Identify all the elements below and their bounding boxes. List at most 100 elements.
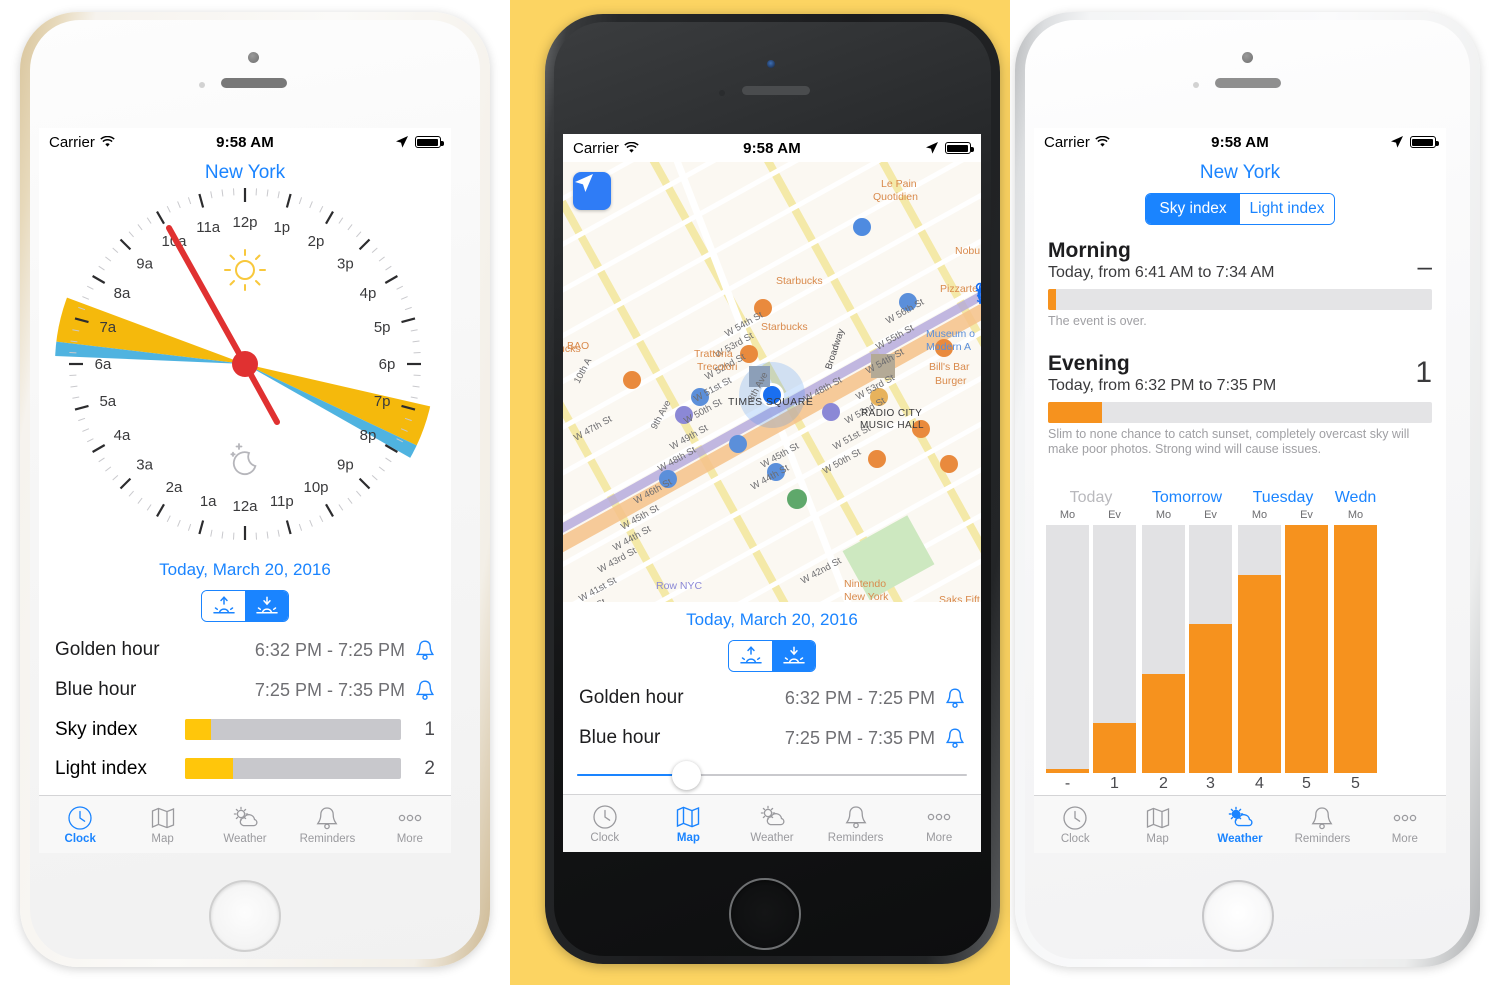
- earpiece-speaker: [221, 78, 287, 88]
- home-button[interactable]: [729, 878, 801, 950]
- forecast-bar-column[interactable]: Ev 1: [1093, 509, 1136, 795]
- tab-clock[interactable]: Clock: [563, 795, 647, 852]
- segment-sky-index[interactable]: Sky index: [1146, 194, 1240, 224]
- slider-track: [577, 773, 967, 777]
- forecast-slot-columns: Mo - Ev 1: [1046, 509, 1136, 795]
- bell-icon[interactable]: [945, 727, 965, 749]
- tab-more[interactable]: More: [369, 796, 451, 853]
- sun-clock-dial[interactable]: 12a1a2a3a4a5a6a7a8a9a10a11a12p1p2p3p4p5p…: [39, 186, 451, 554]
- locate-me-button[interactable]: [573, 172, 611, 210]
- info-rows: Golden hour 6:32 PM - 7:25 PM Blue hour …: [563, 672, 981, 758]
- tab-reminders[interactable]: Reminders: [814, 795, 898, 852]
- map-icon: [151, 807, 174, 828]
- event-morning: Morning Today, from 6:41 AM to 7:34 AM –…: [1034, 239, 1446, 330]
- blue-hour-value: 7:25 PM - 7:35 PM: [784, 727, 935, 748]
- ambient-sensor-icon: [1193, 82, 1199, 88]
- segment-light-index[interactable]: Light index: [1240, 194, 1334, 224]
- tab-reminders-label: Reminders: [1294, 832, 1351, 845]
- segment-sunset[interactable]: [772, 641, 815, 671]
- svg-text:Row NYC: Row NYC: [656, 580, 703, 592]
- tab-more[interactable]: More: [897, 795, 981, 852]
- forecast-bar-value: 5: [1351, 775, 1360, 792]
- clock-icon: [593, 804, 617, 829]
- event-morning-bar: [1048, 289, 1432, 310]
- tab-bar[interactable]: Clock Map Weather Reminders More: [563, 794, 981, 852]
- blue-hour-label: Blue hour: [579, 727, 661, 748]
- forecast-bar-column[interactable]: Ev 5: [1285, 509, 1328, 795]
- tab-clock[interactable]: Clock: [1034, 796, 1116, 853]
- slider-knob[interactable]: [671, 760, 701, 790]
- forecast-day-group[interactable]: Tomorrow Mo 2 Ev 3: [1142, 489, 1232, 795]
- tab-map[interactable]: Map: [647, 795, 731, 852]
- tab-map[interactable]: Map: [1116, 796, 1198, 853]
- forecast-bar-fill: [1334, 525, 1377, 773]
- forecast-day-label: Tomorrow: [1151, 489, 1223, 506]
- carrier-label: Carrier: [49, 133, 95, 151]
- tab-reminders[interactable]: Reminders: [1281, 796, 1363, 853]
- segment-sunrise[interactable]: [202, 591, 245, 621]
- svg-text:10p: 10p: [303, 479, 328, 496]
- front-camera-icon: [248, 52, 259, 63]
- golden-hour-label: Golden hour: [579, 687, 684, 708]
- wifi-icon: [100, 136, 115, 147]
- tab-reminders[interactable]: Reminders: [286, 796, 368, 853]
- forecast-chart[interactable]: Today Mo - Ev 1 Tomorrow Mo 2 Ev 3 Tuesday Mo 4 Ev 5 We…: [1034, 458, 1446, 795]
- svg-text:Modern A: Modern A: [926, 341, 971, 353]
- forecast-day-group[interactable]: Tuesday Mo 4 Ev 5: [1238, 489, 1328, 795]
- ellipsis-icon: [398, 814, 422, 821]
- light-index-fill: [185, 758, 233, 779]
- sunrise-sunset-segmented-control[interactable]: [201, 590, 289, 622]
- tab-weather-label: Weather: [1217, 832, 1263, 845]
- tab-weather[interactable]: Weather: [730, 795, 814, 852]
- forecast-slot-columns: Mo 4 Ev 5: [1238, 509, 1328, 795]
- status-bar-time: 9:58 AM: [743, 139, 801, 157]
- iphone-device-white: Carrier 9:58 AM New York 12a 1a 2a 3a 4a…: [20, 12, 490, 967]
- row-golden-hour[interactable]: Golden hour 6:32 PM - 7:25 PM: [579, 678, 965, 718]
- row-blue-hour[interactable]: Blue hour 7:25 PM - 7:35 PM: [55, 670, 435, 710]
- index-type-segmented-control[interactable]: Sky index Light index: [1145, 193, 1335, 225]
- forecast-bar-column[interactable]: Ev 3: [1189, 509, 1232, 795]
- layers-icon[interactable]: [975, 282, 981, 308]
- svg-text:1p: 1p: [273, 219, 290, 236]
- sunset-icon: [782, 646, 805, 664]
- svg-text:4a: 4a: [114, 427, 131, 444]
- phone-panel-map: Carrier 9:58 AM 10th A 9th Ave 8th Ave B…: [510, 0, 1010, 985]
- svg-text:2p: 2p: [308, 233, 325, 250]
- forecast-day-group[interactable]: Today Mo - Ev 1: [1046, 489, 1136, 795]
- forecast-bar-column[interactable]: Mo 4: [1238, 509, 1281, 795]
- svg-text:1a: 1a: [200, 493, 217, 510]
- time-slider[interactable]: [563, 758, 981, 792]
- map-detail-panel: Today, March 20, 2016 Golden hour 6:32 P…: [563, 602, 981, 794]
- tab-more[interactable]: More: [1364, 796, 1446, 853]
- map-view[interactable]: 10th A 9th Ave 8th Ave 8th Ave Broadway …: [563, 162, 981, 602]
- forecast-day-group[interactable]: Wedn Mo 5: [1334, 489, 1377, 795]
- navigation-arrow-icon: [575, 174, 593, 192]
- light-index-value: 2: [424, 757, 435, 779]
- svg-text:6p: 6p: [379, 356, 396, 373]
- row-blue-hour[interactable]: Blue hour 7:25 PM - 7:35 PM: [579, 718, 965, 758]
- weather-icon: [1228, 806, 1253, 826]
- bell-icon[interactable]: [415, 679, 435, 701]
- tab-map[interactable]: Map: [121, 796, 203, 853]
- tab-bar[interactable]: Clock Map Weather Reminders More: [39, 795, 451, 853]
- status-bar-left: Carrier: [49, 134, 178, 151]
- forecast-bar-column[interactable]: Mo -: [1046, 509, 1089, 795]
- svg-text:8a: 8a: [114, 285, 131, 302]
- tab-weather[interactable]: Weather: [1199, 796, 1281, 853]
- bell-icon[interactable]: [415, 639, 435, 661]
- forecast-bar-column[interactable]: Mo 2: [1142, 509, 1185, 795]
- home-button[interactable]: [209, 880, 281, 952]
- segment-sunrise[interactable]: [729, 641, 772, 671]
- sunrise-sunset-segmented-control[interactable]: [728, 640, 816, 672]
- svg-text:7p: 7p: [374, 393, 391, 410]
- bell-icon: [845, 805, 867, 828]
- tab-bar[interactable]: Clock Map Weather Reminders More: [1034, 795, 1446, 853]
- segment-sunset[interactable]: [245, 591, 288, 621]
- weather-icon: [233, 806, 258, 826]
- tab-clock[interactable]: Clock: [39, 796, 121, 853]
- bell-icon[interactable]: [945, 687, 965, 709]
- forecast-bar-column[interactable]: Mo 5: [1334, 509, 1377, 795]
- tab-weather[interactable]: Weather: [204, 796, 286, 853]
- home-button[interactable]: [1202, 880, 1274, 952]
- row-golden-hour[interactable]: Golden hour 6:32 PM - 7:25 PM: [55, 630, 435, 670]
